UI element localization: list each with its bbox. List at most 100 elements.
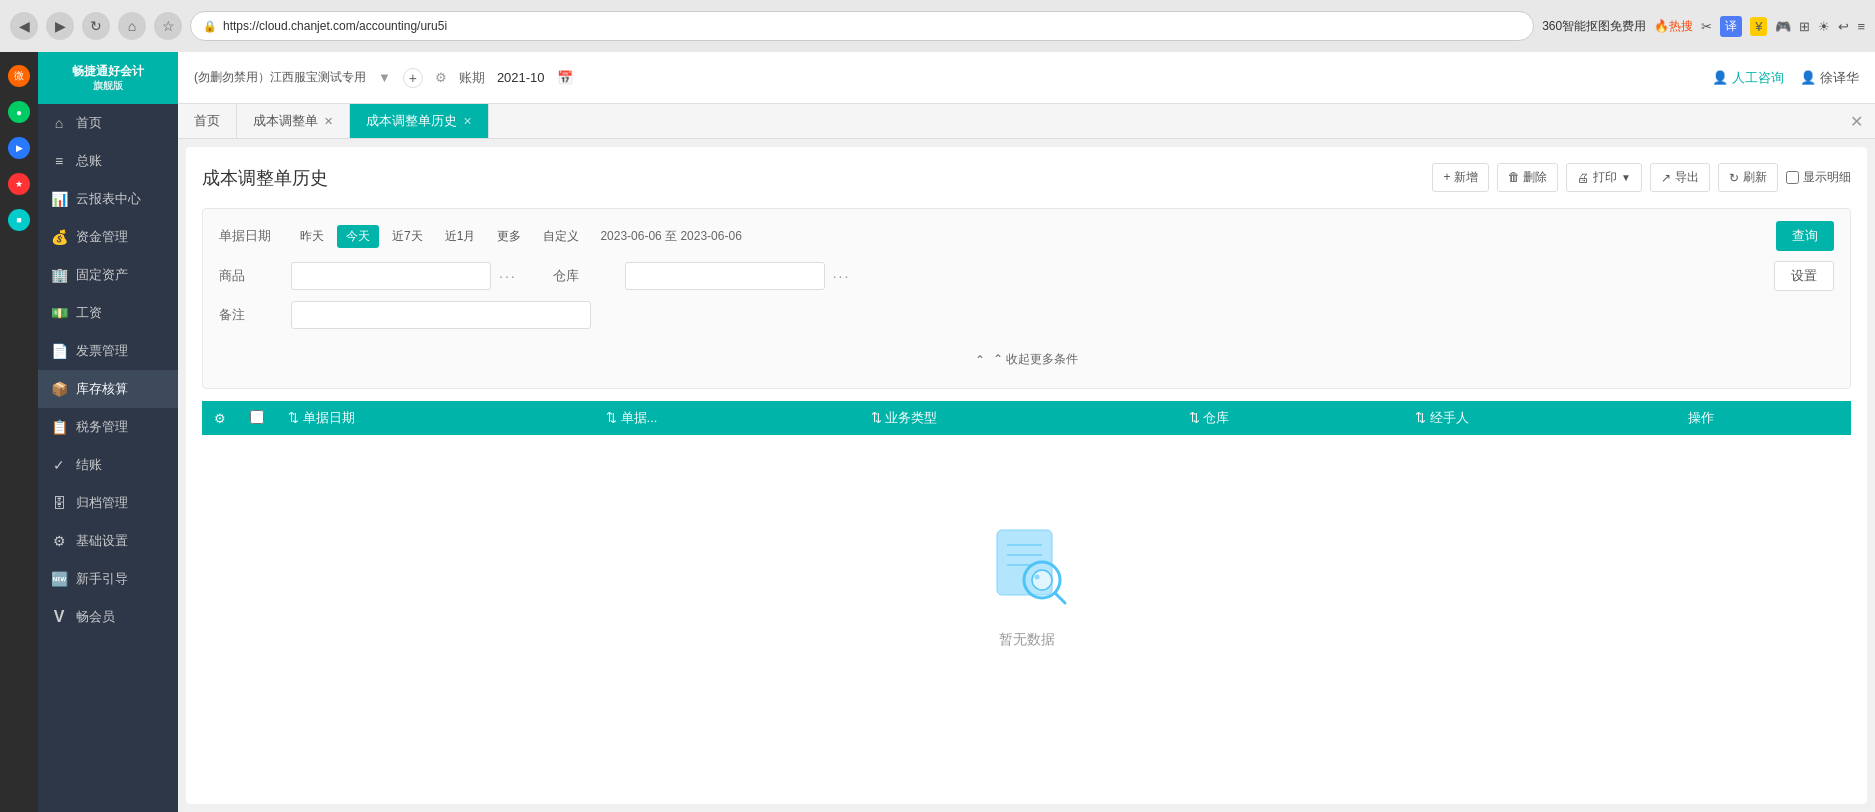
filter-row-date: 单据日期 昨天 今天 近7天 近1月 更多 自定义 2023-06-06 至 2… bbox=[219, 221, 1834, 251]
show-details-checkbox[interactable] bbox=[1786, 171, 1799, 184]
action-buttons: 查询 bbox=[1776, 221, 1834, 251]
select-all-checkbox[interactable] bbox=[250, 410, 264, 424]
collapse-button[interactable]: ⌃ ⌃ 收起更多条件 bbox=[963, 347, 1090, 372]
btn-yesterday[interactable]: 昨天 bbox=[291, 225, 333, 248]
sidebar-item-report[interactable]: 📊 云报表中心 bbox=[38, 180, 178, 218]
tab-cost-adjust-history[interactable]: 成本调整单历史 ✕ bbox=[350, 104, 489, 138]
tool-translate[interactable]: 译 bbox=[1720, 16, 1742, 37]
date-range-display: 2023-06-06 至 2023-06-06 bbox=[600, 228, 741, 245]
new-button[interactable]: + 新增 bbox=[1432, 163, 1488, 192]
tab-bar-close[interactable]: ✕ bbox=[1850, 112, 1875, 131]
remark-input[interactable] bbox=[291, 301, 591, 329]
sidebar-label-close: 结账 bbox=[76, 456, 102, 474]
period-label: 账期 bbox=[459, 69, 485, 87]
sidebar-item-member[interactable]: V 畅会员 bbox=[38, 598, 178, 636]
product-input-group: ··· bbox=[291, 262, 517, 290]
product-more-btn[interactable]: ··· bbox=[499, 268, 517, 284]
btn-more[interactable]: 更多 bbox=[488, 225, 530, 248]
sidebar: 畅捷通好会计 旗舰版 ⌂ 首页 ≡ 总账 📊 云报表中心 💰 资金管理 🏢 bbox=[38, 52, 178, 812]
add-tab-button[interactable]: + bbox=[403, 68, 423, 88]
sidebar-item-home[interactable]: ⌂ 首页 bbox=[38, 104, 178, 142]
svg-point-7 bbox=[1034, 575, 1039, 580]
filter-row-product-warehouse: 商品 ··· 仓库 ··· 设置 bbox=[219, 261, 1834, 291]
th-settings[interactable]: ⚙ bbox=[202, 401, 238, 435]
query-button[interactable]: 查询 bbox=[1776, 221, 1834, 251]
page-header: 成本调整单历史 + 新增 🗑 删除 🖨 打印 ▼ ↗ 导出 ↻ bbox=[202, 163, 1851, 192]
th-type[interactable]: ⇅ 业务类型 bbox=[859, 401, 1177, 435]
tool-currency[interactable]: ¥ bbox=[1750, 17, 1767, 36]
th-ops: 操作 bbox=[1676, 401, 1851, 435]
sidebar-label-tax: 税务管理 bbox=[76, 418, 128, 436]
main-content: (勿删勿禁用）江西服宝测试专用 ▼ + ⚙ 账期 2021-10 📅 👤 人工咨… bbox=[178, 52, 1875, 812]
dropdown-icon[interactable]: ▼ bbox=[378, 70, 391, 85]
warehouse-input[interactable] bbox=[625, 262, 825, 290]
sidebar-item-settings[interactable]: ⚙ 基础设置 bbox=[38, 522, 178, 560]
tab-cost-adjust-history-close[interactable]: ✕ bbox=[463, 115, 472, 128]
settings-button[interactable]: 设置 bbox=[1774, 261, 1834, 291]
th-check[interactable] bbox=[238, 401, 276, 435]
calendar-icon[interactable]: 📅 bbox=[557, 70, 573, 85]
gear-settings[interactable]: ⚙ bbox=[435, 70, 447, 85]
sidebar-item-fixed[interactable]: 🏢 固定资产 bbox=[38, 256, 178, 294]
sidebar-item-fund[interactable]: 💰 资金管理 bbox=[38, 218, 178, 256]
url-bar[interactable]: 🔒 https://cloud.chanjet.com/accounting/u… bbox=[190, 11, 1534, 41]
tab-home[interactable]: 首页 bbox=[178, 104, 237, 138]
collapse-wrapper: ⌃ ⌃ 收起更多条件 bbox=[219, 339, 1834, 372]
user-service[interactable]: 👤 人工咨询 bbox=[1712, 69, 1784, 87]
refresh-button[interactable]: ↻ 刷新 bbox=[1718, 163, 1778, 192]
print-icon: 🖨 bbox=[1577, 171, 1589, 185]
tool-game[interactable]: 🎮 bbox=[1775, 19, 1791, 34]
sidebar-item-close[interactable]: ✓ 结账 bbox=[38, 446, 178, 484]
rail-red[interactable]: ★ bbox=[3, 168, 35, 200]
refresh-button[interactable]: ↻ bbox=[82, 12, 110, 40]
sidebar-header: 畅捷通好会计 旗舰版 bbox=[38, 52, 178, 104]
sidebar-item-tax[interactable]: 📋 税务管理 bbox=[38, 408, 178, 446]
sidebar-item-inventory[interactable]: 📦 库存核算 bbox=[38, 370, 178, 408]
sidebar-item-salary[interactable]: 💵 工资 bbox=[38, 294, 178, 332]
show-details-toggle[interactable]: 显示明细 bbox=[1786, 169, 1851, 186]
warehouse-more-btn[interactable]: ··· bbox=[833, 268, 851, 284]
app-logo: 畅捷通好会计 旗舰版 bbox=[72, 64, 144, 93]
product-input[interactable] bbox=[291, 262, 491, 290]
delete-button[interactable]: 🗑 删除 bbox=[1497, 163, 1558, 192]
th-number[interactable]: ⇅ 单据... bbox=[594, 401, 859, 435]
print-dropdown[interactable]: ▼ bbox=[1621, 172, 1631, 183]
th-operator[interactable]: ⇅ 经手人 bbox=[1403, 401, 1675, 435]
btn-7days[interactable]: 近7天 bbox=[383, 225, 432, 248]
weibo-icon: 微 bbox=[8, 65, 30, 87]
rail-blue[interactable]: ▶ bbox=[3, 132, 35, 164]
rail-cyan[interactable]: ■ bbox=[3, 204, 35, 236]
svg-line-6 bbox=[1055, 593, 1065, 603]
btn-custom[interactable]: 自定义 bbox=[534, 225, 588, 248]
back-button[interactable]: ◀ bbox=[10, 12, 38, 40]
th-date[interactable]: ⇅ 单据日期 bbox=[276, 401, 594, 435]
tab-cost-adjust-close[interactable]: ✕ bbox=[324, 115, 333, 128]
settings-icon: ⚙ bbox=[50, 533, 68, 549]
btn-today[interactable]: 今天 bbox=[337, 225, 379, 248]
tab-cost-adjust[interactable]: 成本调整单 ✕ bbox=[237, 104, 350, 138]
search-hint: 360智能抠图免费用 bbox=[1542, 18, 1646, 35]
tab-bar: 首页 成本调整单 ✕ 成本调整单历史 ✕ ✕ bbox=[178, 104, 1875, 139]
export-button[interactable]: ↗ 导出 bbox=[1650, 163, 1710, 192]
btn-1month[interactable]: 近1月 bbox=[436, 225, 485, 248]
table-header: ⚙ ⇅ 单据日期 ⇅ 单据... ⇅ 业务类型 bbox=[202, 401, 1851, 435]
home-button[interactable]: ⌂ bbox=[118, 12, 146, 40]
star-button[interactable]: ☆ bbox=[154, 12, 182, 40]
sidebar-item-ledger[interactable]: ≡ 总账 bbox=[38, 142, 178, 180]
th-warehouse[interactable]: ⇅ 仓库 bbox=[1177, 401, 1404, 435]
sidebar-item-archive[interactable]: 🗄 归档管理 bbox=[38, 484, 178, 522]
forward-button[interactable]: ▶ bbox=[46, 12, 74, 40]
tab-cost-adjust-label: 成本调整单 bbox=[253, 112, 318, 130]
tool-menu[interactable]: ≡ bbox=[1857, 19, 1865, 34]
tool-brightness[interactable]: ☀ bbox=[1818, 19, 1830, 34]
empty-state: 暂无数据 bbox=[202, 435, 1851, 729]
sidebar-item-invoice[interactable]: 📄 发票管理 bbox=[38, 332, 178, 370]
empty-text: 暂无数据 bbox=[999, 631, 1055, 649]
print-button[interactable]: 🖨 打印 ▼ bbox=[1566, 163, 1642, 192]
rail-green[interactable]: ● bbox=[3, 96, 35, 128]
rail-weibo[interactable]: 微 bbox=[3, 60, 35, 92]
tool-scissors[interactable]: ✂ bbox=[1701, 19, 1712, 34]
sidebar-item-guide[interactable]: 🆕 新手引导 bbox=[38, 560, 178, 598]
tool-grid[interactable]: ⊞ bbox=[1799, 19, 1810, 34]
tool-back[interactable]: ↩ bbox=[1838, 19, 1849, 34]
